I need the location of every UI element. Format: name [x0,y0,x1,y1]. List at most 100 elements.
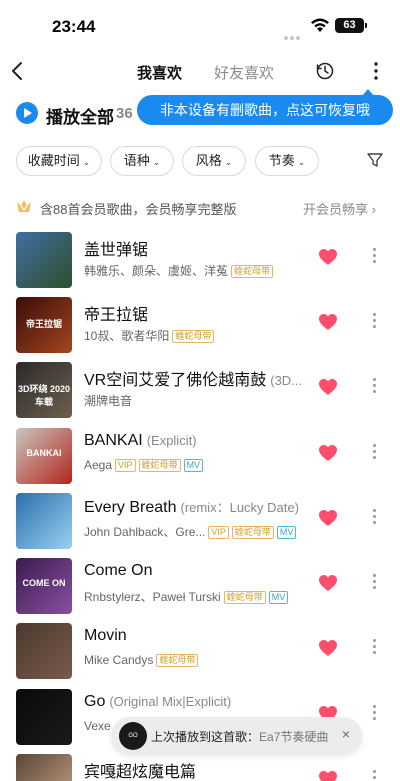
heart-icon[interactable] [318,509,338,527]
play-icon [16,102,38,124]
tab-my-likes[interactable]: 我喜欢 [137,62,182,83]
filter-funnel-icon[interactable] [366,151,384,169]
song-title-suffix: (3D... [270,373,303,388]
restore-tooltip[interactable]: 非本设备有删歌曲，点这可恢复哦 [137,89,393,125]
song-more-icon[interactable] [368,246,380,266]
album-cover-image: COME ON [16,558,72,614]
song-title: Come On [84,562,153,579]
cover-text: 帝王拉锯 [25,319,62,329]
back-arrow-icon[interactable] [8,58,28,84]
cover-text: COME ON [22,578,66,588]
chevron-down-icon: ⌄ [82,157,91,167]
song-row[interactable]: BANKAI BANKAI (Explicit) Aega VIP 蝰蛇母带 MV [0,424,400,486]
toast-song-name: Ea7节奏硬曲 [259,730,329,744]
quality-badge: 蝰蛇母带 [138,459,181,472]
heart-icon[interactable] [318,248,338,266]
song-title-line: Go (Original Mix|Explicit) [84,693,306,711]
song-row[interactable]: COME ON Come On Rnbstylerz、Paweł Turski 蝰蛇母… [0,554,400,616]
song-meta: 韩雅乐、颜朵、虞姬、洋菟 蝰蛇母带 [84,262,314,279]
song-artist: Mike Candys [84,653,154,667]
song-title-suffix: (Explicit) [146,433,197,448]
mv-badge: MV [183,459,204,472]
mv-badge: MV [268,591,289,604]
song-more-icon[interactable] [368,637,380,657]
filter-chip-rhythm[interactable]: 节奏 ⌄ [255,146,319,176]
song-more-icon[interactable] [368,311,380,331]
vip-badge: VIP [208,526,229,539]
song-more-icon[interactable] [368,376,380,396]
quality-badge: 蝰蛇母带 [172,330,215,343]
song-title: Every Breath [84,499,177,516]
song-more-icon[interactable] [368,572,380,592]
header: 我喜欢 好友喜欢 [0,54,400,90]
history-icon[interactable] [315,61,335,81]
song-artist: John Dahlback、Gre... [84,525,206,539]
filter-chip-style[interactable]: 风格 ⌄ [182,146,246,176]
vip-notice-text: 含88首会员歌曲，会员畅享完整版 [40,202,237,217]
cover-text: BANKAI [26,448,62,458]
cover-text: 3D环绕 2020车载 [17,384,71,407]
song-row[interactable]: 盖世弹锯韩雅乐、颜朵、虞姬、洋菟 蝰蛇母带 [0,228,400,290]
song-title-line: 盖世弹锯 [84,236,306,260]
song-title: 宾嘎超炫魔电篇 [84,764,197,781]
album-cover-image [16,754,72,781]
battery-icon: 63 [335,18,367,33]
chevron-down-icon: ⌄ [224,157,233,167]
song-more-icon[interactable] [368,703,380,723]
song-row[interactable]: Every Breath (remix：Lucky Date) John Dahlb… [0,489,400,551]
song-meta: Rnbstylerz、Paweł Turski 蝰蛇母带 MV [84,588,314,605]
song-title-line: Every Breath (remix：Lucky Date) [84,497,306,517]
song-artist: Vexe [84,719,111,733]
vip-crown-icon [17,200,31,212]
play-all-label: 播放全部 [46,108,114,127]
toast-prefix: 上次播放到这首歌： [151,730,260,744]
last-played-toast[interactable]: GO 上次播放到这首歌：Ea7节奏硬曲 × [111,717,362,755]
filter-chip-language[interactable]: 语种 ⌄ [110,146,174,176]
song-title: 盖世弹锯 [84,242,149,259]
album-cover-image: BANKAI [16,428,72,484]
song-meta: Aega VIP 蝰蛇母带 MV [84,458,314,472]
song-title-line: 帝王拉锯 [84,301,306,325]
quality-badge: 蝰蛇母带 [231,526,274,539]
heart-icon[interactable] [318,770,338,781]
album-cover-image: 帝王拉锯 [16,297,72,353]
song-meta: 潮牌电音 [84,392,314,409]
mv-badge: MV [276,526,297,539]
song-title: Go [84,693,106,710]
song-more-icon[interactable] [368,768,380,781]
song-row[interactable]: 帝王拉锯 帝王拉锯 10叔、歌者华阳 蝰蛇母带 [0,293,400,355]
heart-icon[interactable] [318,639,338,657]
close-icon[interactable]: × [342,726,350,742]
quality-badge: 蝰蛇母带 [231,265,274,278]
song-more-icon[interactable] [368,442,380,462]
song-artist: Rnbstylerz、Paweł Turski [84,590,221,604]
vip-badge: VIP [115,459,136,472]
filter-chip-time[interactable]: 收藏时间 ⌄ [16,146,102,176]
tab-friends-likes[interactable]: 好友喜欢 [214,62,274,83]
song-title: VR空间艾爱了佛伦越南鼓 [84,372,267,389]
song-more-icon[interactable] [368,507,380,527]
filter-bar: 收藏时间 ⌄ 语种 ⌄ 风格 ⌄ 节奏 ⌄ [16,146,386,176]
wifi-icon [311,18,329,32]
chevron-down-icon: ⌄ [152,157,161,167]
song-row[interactable]: Movin Mike Candys 蝰蛇母带 [0,619,400,681]
heart-icon[interactable] [318,378,338,396]
more-options-icon[interactable] [366,60,386,82]
toast-text: 上次播放到这首歌：Ea7节奏硬曲 [151,728,328,745]
vip-notice[interactable]: 含88首会员歌曲，会员畅享完整版 开会员畅享 › [16,196,376,218]
song-row[interactable]: 3D环绕 2020车载 VR空间艾爱了佛伦越南鼓 (3D... 潮牌电音 [0,358,400,420]
open-vip-link[interactable]: 开会员畅享 › [303,199,376,218]
song-meta: John Dahlback、Gre... VIP 蝰蛇母带 MV [84,523,314,540]
status-bar: 23:44 63 [0,0,400,54]
heart-icon[interactable] [318,574,338,592]
heart-icon[interactable] [318,313,338,331]
song-artist: 潮牌电音 [84,394,133,408]
filter-chip-label: 节奏 [268,153,295,168]
play-all-count: 36 [116,105,133,122]
status-time: 23:44 [52,17,96,36]
heart-icon[interactable] [318,444,338,462]
song-meta: 10叔、歌者华阳 蝰蛇母带 [84,327,314,344]
song-title-line: VR空间艾爱了佛伦越南鼓 (3D... [84,366,306,390]
song-title-suffix: (Original Mix|Explicit) [109,694,232,709]
chevron-down-icon: ⌄ [297,157,306,167]
